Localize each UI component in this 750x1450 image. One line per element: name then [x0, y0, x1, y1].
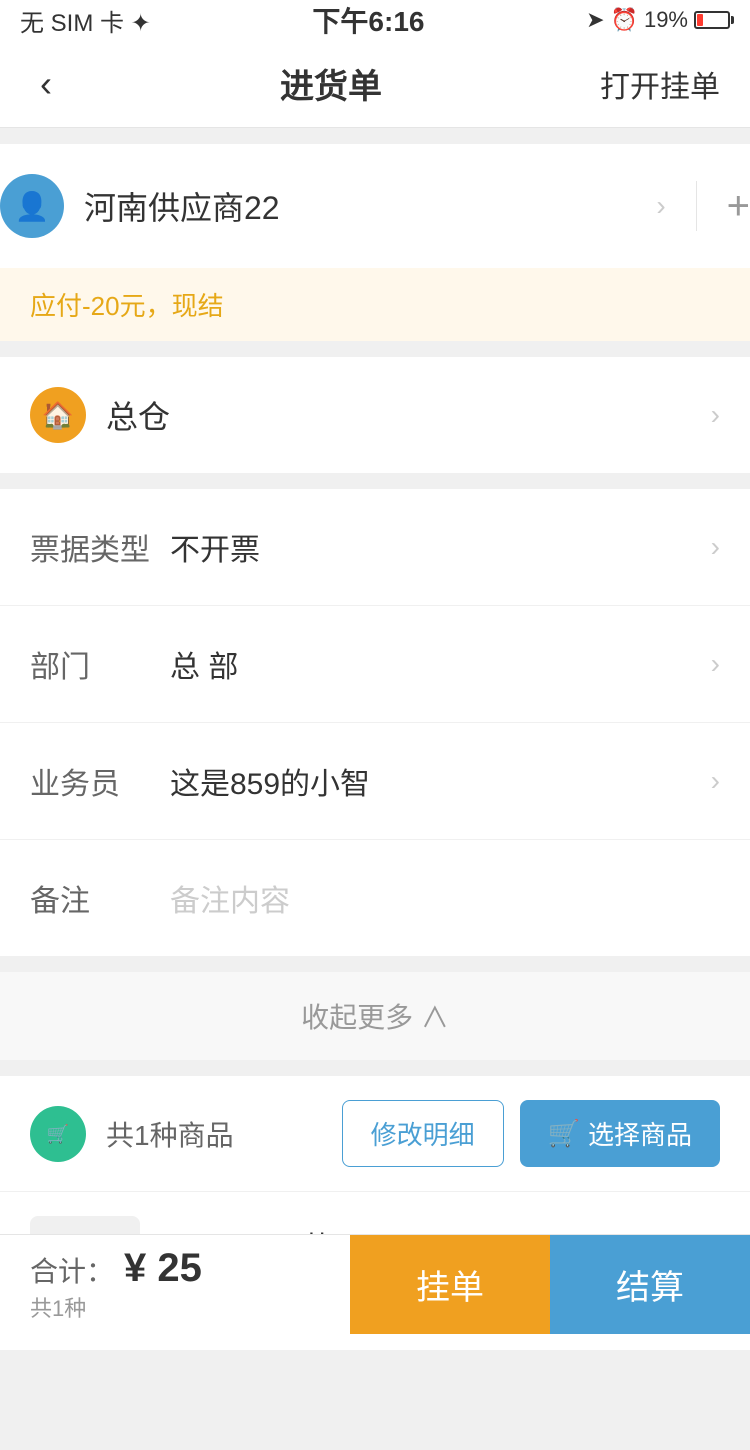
total-sub: 共1种	[30, 1291, 320, 1323]
add-supplier-button[interactable]: +	[727, 184, 750, 229]
invoice-row[interactable]: 票据类型 不开票 ›	[0, 489, 750, 605]
salesperson-value: 这是859的小智	[150, 759, 711, 803]
back-button[interactable]: ‹	[30, 53, 62, 115]
warehouse-section[interactable]: 🏠 总仓 ›	[0, 357, 750, 473]
page-title: 进货单	[280, 59, 382, 108]
status-bar: 无 SIM 卡 ✦ 下午6:16 ➤ ⏰ 19%	[0, 0, 750, 40]
product-header-left: 🛒 共1种商品	[30, 1106, 234, 1162]
checkout-button[interactable]: 结算	[550, 1235, 750, 1334]
remark-row[interactable]: 备注 备注内容	[0, 839, 750, 956]
battery-text: 19%	[644, 7, 688, 33]
product-count: 共1种商品	[106, 1114, 234, 1154]
remark-input[interactable]: 备注内容	[150, 876, 720, 920]
supplier-right: › +	[656, 181, 750, 231]
total-label: 合计：	[30, 1250, 114, 1290]
supplier-row: 👤 河南供应商22 › +	[0, 144, 750, 268]
location-icon: ➤	[586, 7, 604, 33]
alert-banner: 应付-20元，现结	[0, 268, 750, 341]
avatar-icon: 👤	[15, 190, 50, 223]
warehouse-chevron-icon: ›	[711, 399, 720, 431]
home-icon: 🏠	[42, 400, 74, 431]
supplier-section: 👤 河南供应商22 › + 应付-20元，现结	[0, 144, 750, 341]
open-pending-button[interactable]: 打开挂单	[600, 62, 720, 106]
product-header: 🛒 共1种商品 修改明细 🛒 选择商品	[0, 1076, 750, 1191]
invoice-chevron-icon: ›	[711, 531, 720, 563]
department-chevron-icon: ›	[711, 648, 720, 680]
salesperson-row[interactable]: 业务员 这是859的小智 ›	[0, 722, 750, 839]
collapse-button[interactable]: 收起更多 ∧	[0, 972, 750, 1060]
alarm-icon: ⏰	[611, 7, 638, 33]
warehouse-left: 🏠 总仓	[30, 387, 170, 443]
svg-text:🛒: 🛒	[47, 1123, 69, 1144]
fields-section: 票据类型 不开票 › 部门 总 部 › 业务员 这是859的小智 › 备注 备注…	[0, 489, 750, 956]
salesperson-label: 业务员	[30, 759, 150, 803]
status-right: ➤ ⏰ 19%	[586, 7, 730, 33]
remark-label: 备注	[30, 876, 150, 920]
department-value: 总 部	[150, 642, 711, 686]
total-row: 合计： ¥ 25	[30, 1246, 320, 1291]
product-cart-icon: 🛒	[30, 1106, 86, 1162]
bottom-bar: 合计： ¥ 25 共1种 挂单 结算	[0, 1234, 750, 1334]
cart-icon: 🛒	[548, 1118, 580, 1149]
warehouse-name: 总仓	[106, 392, 170, 438]
warehouse-icon: 🏠	[30, 387, 86, 443]
divider	[696, 181, 697, 231]
total-amount: ¥ 25	[124, 1246, 202, 1291]
avatar: 👤	[0, 174, 64, 238]
nav-bar: ‹ 进货单 打开挂单	[0, 40, 750, 128]
supplier-left: 👤 河南供应商22	[0, 174, 280, 238]
select-product-button[interactable]: 🛒 选择商品	[520, 1100, 720, 1167]
warehouse-row[interactable]: 🏠 总仓 ›	[0, 357, 750, 473]
supplier-chevron-icon[interactable]: ›	[656, 190, 665, 222]
supplier-name: 河南供应商22	[84, 183, 280, 229]
sim-text: 无 SIM 卡 ✦	[20, 3, 151, 38]
department-label: 部门	[30, 642, 150, 686]
product-header-right: 修改明细 🛒 选择商品	[342, 1100, 720, 1167]
salesperson-chevron-icon: ›	[711, 765, 720, 797]
invoice-label: 票据类型	[30, 525, 150, 569]
battery-icon	[694, 11, 730, 29]
pending-button[interactable]: 挂单	[350, 1235, 550, 1334]
bottom-total: 合计： ¥ 25 共1种	[0, 1235, 350, 1334]
status-left: 无 SIM 卡 ✦	[20, 3, 151, 38]
status-time: 下午6:16	[312, 0, 424, 40]
invoice-value: 不开票	[150, 525, 711, 569]
department-row[interactable]: 部门 总 部 ›	[0, 605, 750, 722]
edit-detail-button[interactable]: 修改明细	[342, 1100, 504, 1167]
